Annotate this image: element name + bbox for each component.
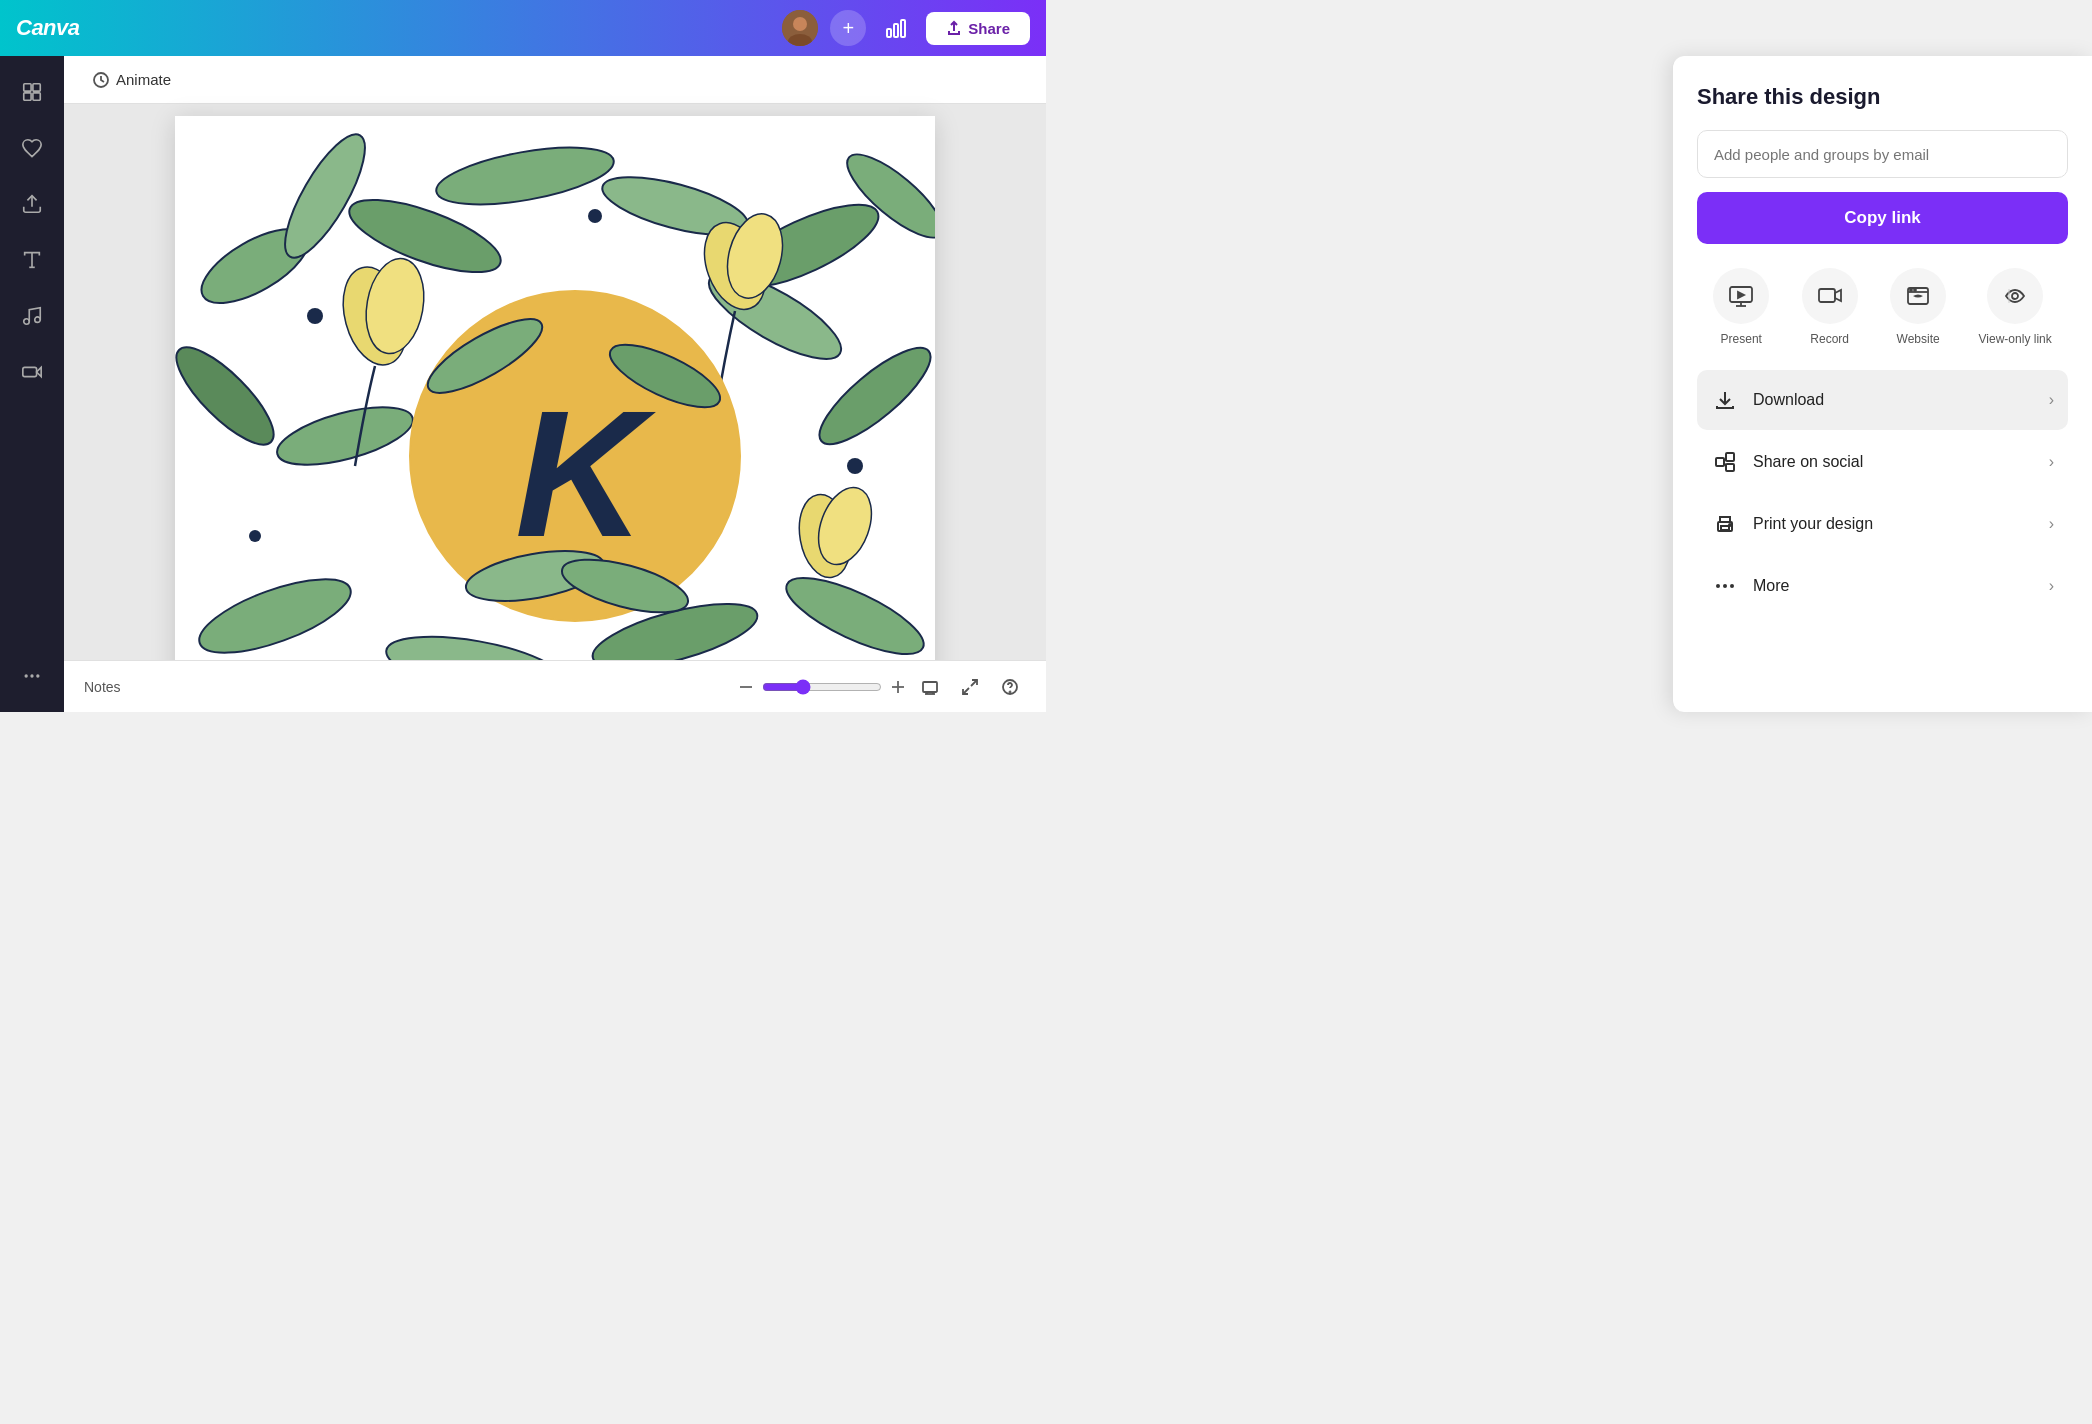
svg-point-19 bbox=[30, 674, 33, 677]
zoom-slider[interactable] bbox=[762, 679, 882, 695]
svg-rect-16 bbox=[23, 367, 37, 376]
sidebar-more-button[interactable] bbox=[8, 652, 56, 700]
sidebar-item-elements[interactable] bbox=[8, 124, 56, 172]
canva-logo: Canva bbox=[16, 15, 80, 41]
plus-zoom-icon bbox=[890, 679, 906, 695]
svg-rect-8 bbox=[24, 93, 31, 100]
share-button[interactable]: Share bbox=[926, 12, 1030, 45]
animate-bar: Animate bbox=[64, 56, 1046, 104]
share-button-label: Share bbox=[968, 20, 1010, 37]
sidebar-item-video[interactable] bbox=[8, 348, 56, 396]
add-team-button[interactable]: + bbox=[830, 10, 866, 46]
sidebar-item-uploads[interactable] bbox=[8, 180, 56, 228]
svg-text:K: K bbox=[515, 373, 656, 574]
fit-screen-button[interactable] bbox=[914, 671, 946, 703]
svg-point-14 bbox=[24, 319, 30, 325]
animate-label: Animate bbox=[116, 71, 171, 88]
fullscreen-button[interactable] bbox=[954, 671, 986, 703]
avatar[interactable] bbox=[782, 10, 818, 46]
design-canvas: K bbox=[175, 116, 935, 696]
svg-rect-7 bbox=[33, 84, 40, 91]
svg-point-20 bbox=[36, 674, 39, 677]
svg-point-65 bbox=[1010, 691, 1011, 692]
svg-point-46 bbox=[847, 458, 863, 474]
svg-line-62 bbox=[971, 680, 977, 686]
svg-rect-4 bbox=[894, 24, 898, 37]
bottom-bar: Notes bbox=[64, 660, 1046, 712]
sidebar-item-templates[interactable] bbox=[8, 68, 56, 116]
sidebar bbox=[0, 56, 64, 712]
topbar: Canva + Share bbox=[0, 0, 1046, 56]
svg-rect-9 bbox=[33, 93, 40, 100]
canvas-area: Animate bbox=[64, 56, 1046, 712]
animate-button[interactable]: Animate bbox=[84, 67, 179, 93]
help-button[interactable] bbox=[994, 671, 1026, 703]
svg-point-18 bbox=[25, 674, 28, 677]
svg-line-63 bbox=[963, 688, 969, 694]
main-layout: Animate bbox=[0, 56, 1046, 712]
svg-point-15 bbox=[35, 317, 41, 323]
svg-rect-5 bbox=[901, 20, 905, 37]
notes-label: Notes bbox=[84, 679, 121, 695]
stats-button[interactable] bbox=[878, 10, 914, 46]
bottom-right bbox=[738, 671, 1026, 703]
svg-rect-58 bbox=[923, 682, 937, 692]
svg-point-47 bbox=[249, 530, 261, 542]
svg-rect-6 bbox=[24, 84, 31, 91]
minus-zoom-icon bbox=[738, 679, 754, 695]
sidebar-item-text[interactable] bbox=[8, 236, 56, 284]
topbar-right: + Share bbox=[782, 10, 1030, 46]
svg-point-45 bbox=[588, 209, 602, 223]
svg-rect-3 bbox=[887, 29, 891, 37]
svg-point-1 bbox=[793, 17, 807, 31]
sidebar-item-audio[interactable] bbox=[8, 292, 56, 340]
svg-point-44 bbox=[307, 308, 323, 324]
